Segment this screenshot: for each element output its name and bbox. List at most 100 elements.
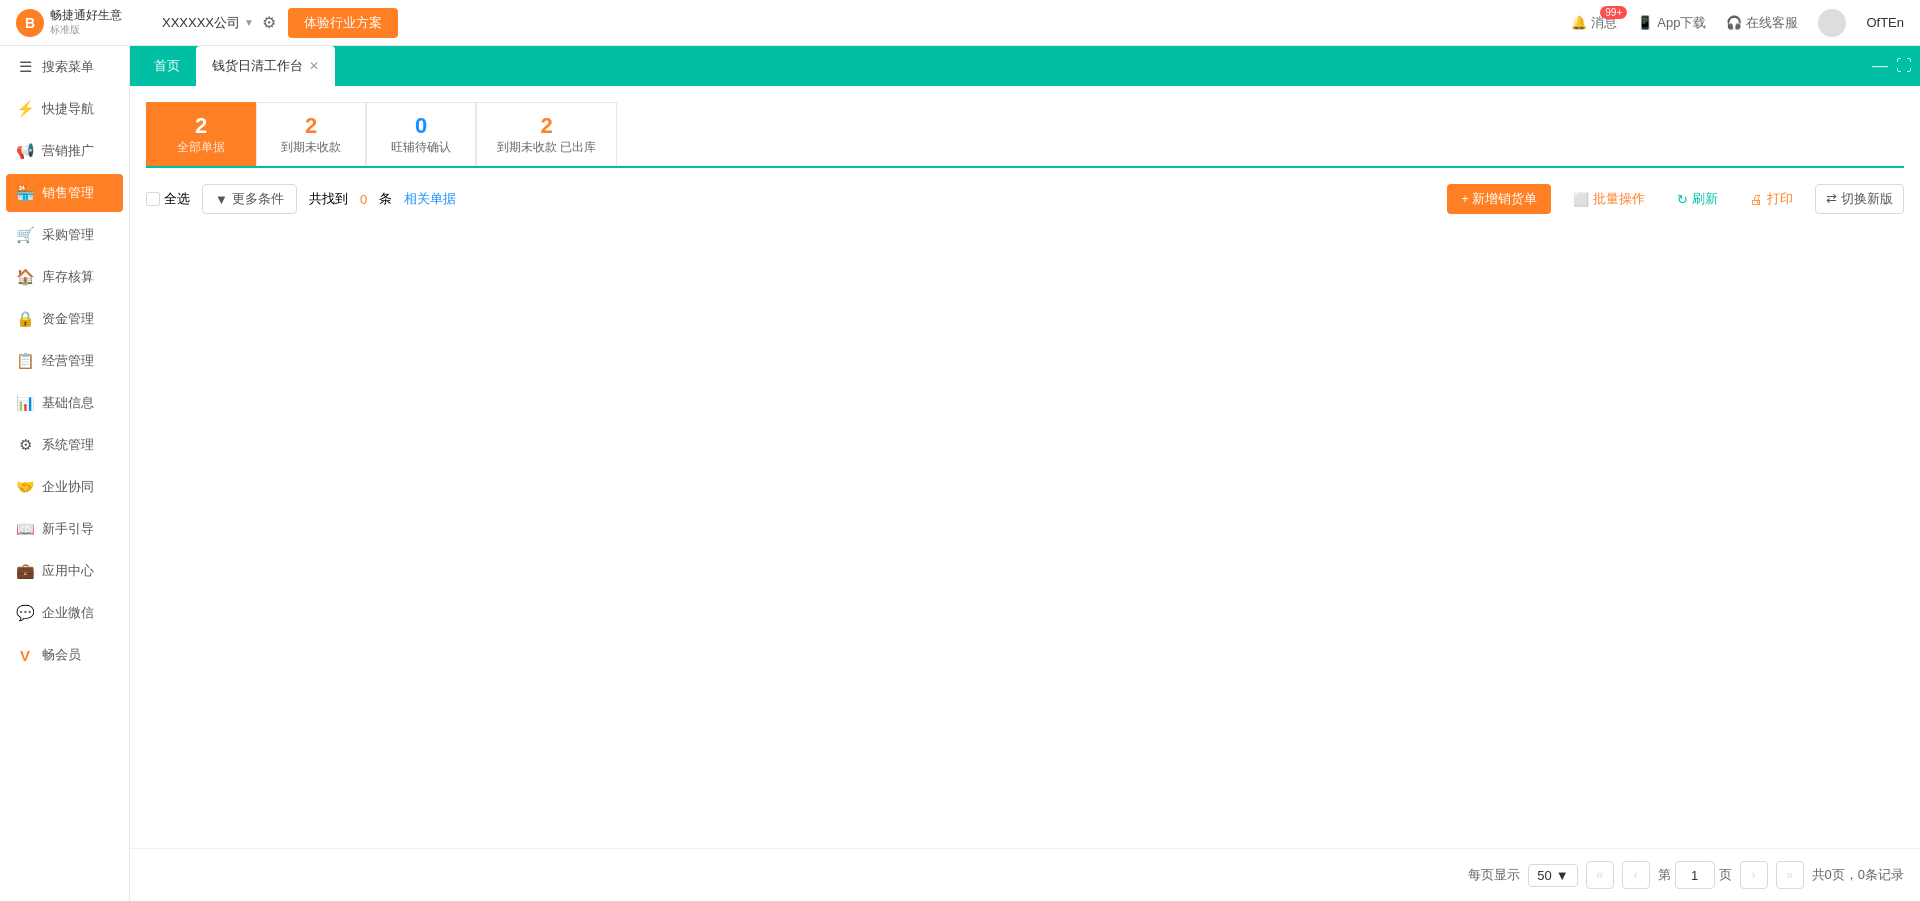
new-sale-button[interactable]: + 新增销货单 [1447,184,1551,214]
content-area: 2 全部单据 2 到期未收款 0 旺辅待确认 2 到期未收款 已出库 全选 [130,86,1920,901]
sidebar-label-purchase: 采购管理 [42,226,94,244]
app-download-label: App下载 [1657,14,1706,32]
batch-ops-button[interactable]: ⬜ 批量操作 [1563,185,1655,213]
filter-bar: 全选 ▼ 更多条件 共找到 0 条 相关单据 + 新增销货单 ⬜ 批量操作 ↻ … [146,184,1904,214]
sidebar-item-operations[interactable]: 📋 经营管理 [0,340,129,382]
summary-tabs: 2 全部单据 2 到期未收款 0 旺辅待确认 2 到期未收款 已出库 [146,102,1904,168]
online-service-button[interactable]: 🎧 在线客服 [1726,14,1798,32]
batch-ops-label: 批量操作 [1593,190,1645,208]
more-filters-button[interactable]: ▼ 更多条件 [202,184,297,214]
related-orders-link[interactable]: 相关单据 [404,190,456,208]
sidebar-label-enterprise: 企业协同 [42,478,94,496]
sidebar-item-guide[interactable]: 📖 新手引导 [0,508,129,550]
tab-maximize-icon[interactable]: ⛶ [1896,57,1912,75]
sidebar-menu: ☰ 搜索菜单 ⚡ 快捷导航 📢 营销推广 🏪 销售管理 🛒 采购管理 🏠 库存核… [0,46,129,676]
top-header: B 畅捷通好生意 标准版 XXXXXX公司 ▼ ⚙ 体验行业方案 🔔 消息 99… [0,0,1920,46]
tab-home-label: 首页 [154,57,180,75]
sidebar-item-inventory[interactable]: 🏠 库存核算 [0,256,129,298]
per-page-label: 每页显示 [1468,866,1520,884]
first-page-button[interactable]: « [1586,861,1614,889]
page-word-post: 页 [1719,866,1732,884]
sidebar-item-app-center[interactable]: 💼 应用中心 [0,550,129,592]
tab-close-icon[interactable]: ✕ [309,59,319,73]
sidebar-item-member[interactable]: V 畅会员 [0,634,129,676]
sidebar-item-quick-nav[interactable]: ⚡ 快捷导航 [0,88,129,130]
online-service-label: 在线客服 [1746,14,1798,32]
messages-button[interactable]: 🔔 消息 99+ [1571,14,1617,32]
sidebar-label-sales: 销售管理 [42,184,94,202]
page-total: 共0页，0条记录 [1812,866,1904,884]
bell-icon: 🔔 [1571,15,1587,30]
company-selector[interactable]: XXXXXX公司 ▼ [162,14,254,32]
sidebar-label-wechat: 企业微信 [42,604,94,622]
refresh-button[interactable]: ↻ 刷新 [1667,185,1728,213]
last-page-button[interactable]: » [1776,861,1804,889]
pending-label: 旺辅待确认 [391,140,451,154]
next-page-button[interactable]: › [1740,861,1768,889]
per-page-select[interactable]: 50 ▼ [1528,864,1577,887]
search-menu-icon: ☰ [16,58,34,76]
summary-tab-overdue[interactable]: 2 到期未收款 [256,102,366,166]
empty-table-area [146,230,1904,630]
chevron-down-icon: ▼ [244,17,254,28]
avatar[interactable] [1818,9,1846,37]
print-label: 打印 [1767,190,1793,208]
page-number-input[interactable] [1675,861,1715,889]
sidebar-item-search[interactable]: ☰ 搜索菜单 [0,46,129,88]
trial-button[interactable]: 体验行业方案 [288,8,398,38]
sidebar-label-marketing: 营销推广 [42,142,94,160]
page-word-pre: 第 [1658,866,1671,884]
pagination-bar: 每页显示 50 ▼ « ‹ 第 页 › » 共0页，0条记录 [130,848,1920,901]
system-icon: ⚙ [16,436,34,454]
sidebar-item-basic-info[interactable]: 📊 基础信息 [0,382,129,424]
company-name: XXXXXX公司 [162,14,240,32]
overdue-count: 2 [277,113,345,139]
page-input-wrap: 第 页 [1658,861,1732,889]
tab-minimize-icon[interactable]: — [1872,57,1888,75]
settings-icon[interactable]: ⚙ [262,13,276,32]
logo-area: B 畅捷通好生意 标准版 [16,8,146,38]
purchase-icon: 🛒 [16,226,34,244]
sidebar-label-basic-info: 基础信息 [42,394,94,412]
tab-home[interactable]: 首页 [138,46,196,86]
sidebar-label-operations: 经营管理 [42,352,94,370]
filter-btn-label: 更多条件 [232,190,284,208]
logo-icon: B [16,9,44,37]
found-prefix: 共找到 [309,190,348,208]
per-page-value: 50 [1537,868,1551,883]
sidebar-label-app-center: 应用中心 [42,562,94,580]
sidebar-item-sales[interactable]: 🏪 销售管理 [6,174,123,212]
download-icon: 📱 [1637,15,1653,30]
summary-tab-pending[interactable]: 0 旺辅待确认 [366,102,476,166]
print-icon: 🖨 [1750,192,1763,207]
member-icon: V [16,646,34,664]
overdue-label: 到期未收款 [281,140,341,154]
sidebar-label-inventory: 库存核算 [42,268,94,286]
summary-tab-shipped[interactable]: 2 到期未收款 已出库 [476,102,617,166]
summary-tab-all[interactable]: 2 全部单据 [146,102,256,166]
tab-bar-right: — ⛶ [1872,57,1912,75]
select-all-checkbox[interactable]: 全选 [146,190,190,208]
print-button[interactable]: 🖨 打印 [1740,185,1803,213]
sidebar-item-enterprise[interactable]: 🤝 企业协同 [0,466,129,508]
user-name: OfTEn [1866,15,1904,30]
prev-page-button[interactable]: ‹ [1622,861,1650,889]
tab-workbench[interactable]: 钱货日清工作台 ✕ [196,46,335,86]
sidebar-item-purchase[interactable]: 🛒 采购管理 [0,214,129,256]
switch-label: 切换新版 [1841,191,1893,206]
sidebar-label-finance: 资金管理 [42,310,94,328]
sidebar-item-wechat[interactable]: 💬 企业微信 [0,592,129,634]
batch-ops-icon: ⬜ [1573,192,1589,207]
checkbox-box[interactable] [146,192,160,206]
sidebar-item-marketing[interactable]: 📢 营销推广 [0,130,129,172]
inventory-icon: 🏠 [16,268,34,286]
app-download-button[interactable]: 📱 App下载 [1637,14,1706,32]
sidebar-item-finance[interactable]: 🔒 资金管理 [0,298,129,340]
sidebar-item-system[interactable]: ⚙ 系统管理 [0,424,129,466]
finance-icon: 🔒 [16,310,34,328]
switch-version-button[interactable]: ⇄ 切换新版 [1815,184,1904,214]
found-unit: 条 [379,190,392,208]
app-name: 畅捷通好生意 [50,8,122,24]
refresh-icon: ↻ [1677,192,1688,207]
guide-icon: 📖 [16,520,34,538]
